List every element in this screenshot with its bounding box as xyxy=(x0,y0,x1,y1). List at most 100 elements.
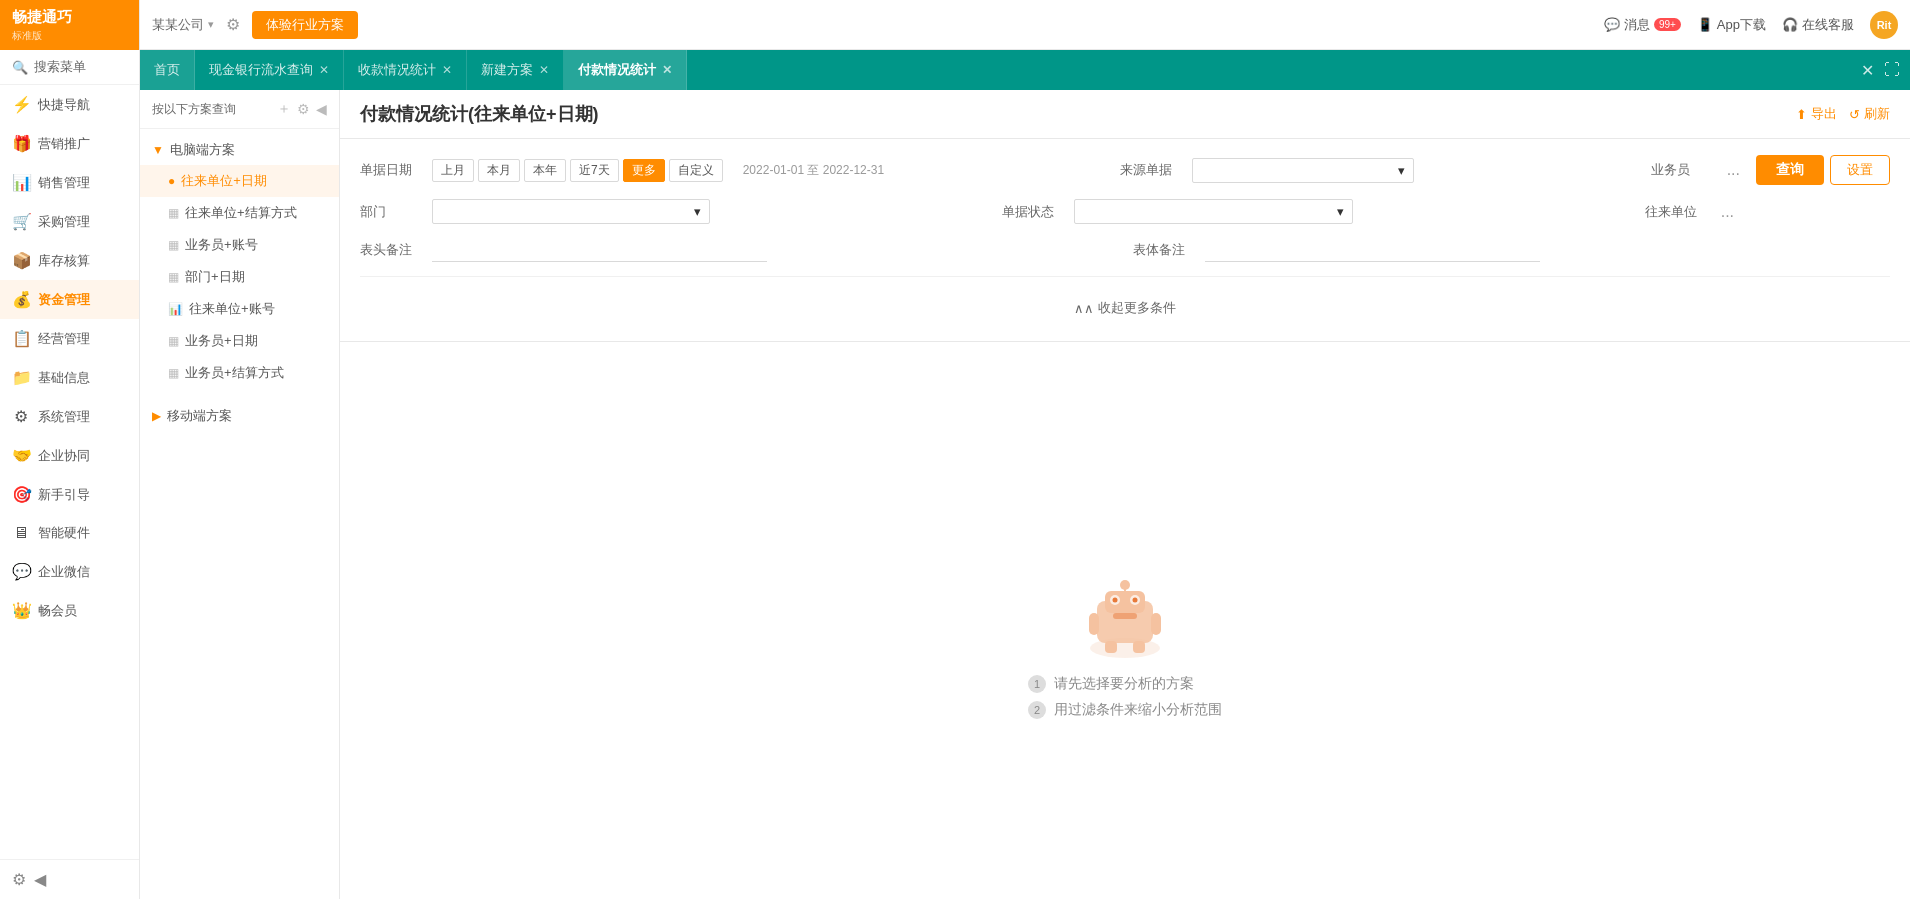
schema-groups: ▼电脑端方案●往来单位+日期▦往来单位+结算方式▦业务员+账号▦部门+日期📊往来… xyxy=(140,129,339,437)
date-btn-last-7[interactable]: 近7天 xyxy=(570,159,619,182)
sidebar-item-qiye[interactable]: 🤝企业协同 xyxy=(0,436,139,475)
page-header-actions: ⬆ 导出 ↺ 刷新 xyxy=(1796,105,1890,123)
topbar-company[interactable]: 某某公司 ▾ xyxy=(152,16,214,34)
tip-text-1: 请先选择要分析的方案 xyxy=(1054,675,1194,693)
sidebar-nav: ⚡快捷导航🎁营销推广📊销售管理🛒采购管理📦库存核算💰资金管理📋经营管理📁基础信息… xyxy=(0,85,139,630)
right-section: 付款情况统计(往来单位+日期) ⬆ 导出 ↺ 刷新 单据日期 xyxy=(340,90,1910,899)
tab-close-new-plan[interactable]: ✕ xyxy=(539,63,549,77)
tab-close-bank[interactable]: ✕ xyxy=(319,63,329,77)
schema-add-icon[interactable]: ＋ xyxy=(277,100,291,118)
sidebar-item-yingxiao[interactable]: 🎁营销推广 xyxy=(0,124,139,163)
svg-rect-9 xyxy=(1151,613,1161,635)
tip-text-2: 用过滤条件来缩小分析范围 xyxy=(1054,701,1222,719)
trial-button[interactable]: 体验行业方案 xyxy=(252,11,358,39)
sidebar-item-zijin[interactable]: 💰资金管理 xyxy=(0,280,139,319)
sidebar-icon-xitong: ⚙ xyxy=(12,407,30,426)
topbar: 某某公司 ▾ ⚙ 体验行业方案 💬 消息 99+ 📱 App下载 🎧 在线客服 … xyxy=(140,0,1910,50)
body-note-input[interactable] xyxy=(1205,238,1540,262)
schema-collapse-icon[interactable]: ◀ xyxy=(316,101,327,117)
schema-panel: 按以下方案查询 ＋ ⚙ ◀ ▼电脑端方案●往来单位+日期▦往来单位+结算方式▦业… xyxy=(140,90,340,899)
tab-receipts[interactable]: 收款情况统计 ✕ xyxy=(344,50,467,90)
date-btn-custom[interactable]: 自定义 xyxy=(669,159,723,182)
collapse-label: 收起更多条件 xyxy=(1098,299,1176,317)
sidebar-label-xinshou: 新手引导 xyxy=(38,486,90,504)
sidebar-icon-zijin: 💰 xyxy=(12,290,30,309)
online-service-button[interactable]: 🎧 在线客服 xyxy=(1782,16,1854,34)
tab-close-payment[interactable]: ✕ xyxy=(662,63,672,77)
close-all-tabs-icon[interactable]: ✕ xyxy=(1861,61,1874,80)
svg-point-5 xyxy=(1113,597,1118,602)
date-btn-more[interactable]: 更多 xyxy=(623,159,665,182)
filter-row-2: 部门 ▾ 单据状态 ▾ 往来单位 ... xyxy=(360,199,1890,224)
sidebar-search[interactable]: 🔍 搜索菜单 xyxy=(0,50,139,85)
sidebar-item-caigou[interactable]: 🛒采购管理 xyxy=(0,202,139,241)
topbar-settings-icon[interactable]: ⚙ xyxy=(226,15,240,34)
topbar-right: 💬 消息 99+ 📱 App下载 🎧 在线客服 Rit xyxy=(1604,11,1898,39)
sidebar-item-zhineng[interactable]: 🖥智能硬件 xyxy=(0,514,139,552)
sidebar-item-kucun[interactable]: 📦库存核算 xyxy=(0,241,139,280)
dept-select[interactable]: ▾ xyxy=(432,199,710,224)
sidebar-item-kuaijie[interactable]: ⚡快捷导航 xyxy=(0,85,139,124)
export-button[interactable]: ⬆ 导出 xyxy=(1796,105,1837,123)
sidebar-icon-caigou: 🛒 xyxy=(12,212,30,231)
tab-payment[interactable]: 付款情况统计 ✕ xyxy=(564,50,687,90)
sidebar-label-jichu: 基础信息 xyxy=(38,369,90,387)
sidebar-item-weixin[interactable]: 💬企业微信 xyxy=(0,552,139,591)
status-select[interactable]: ▾ xyxy=(1074,199,1352,224)
schema-item-icon-partner-date: ● xyxy=(168,174,175,188)
schema-item-dept-date[interactable]: ▦部门+日期 xyxy=(140,261,339,293)
service-icon: 🎧 xyxy=(1782,17,1798,32)
refresh-button[interactable]: ↺ 刷新 xyxy=(1849,105,1890,123)
header-note-label: 表头备注 xyxy=(360,241,416,259)
tab-home[interactable]: 首页 xyxy=(140,50,195,90)
schema-item-partner-date[interactable]: ●往来单位+日期 xyxy=(140,165,339,197)
sidebar-item-jingying[interactable]: 📋经营管理 xyxy=(0,319,139,358)
sidebar-item-xitong[interactable]: ⚙系统管理 xyxy=(0,397,139,436)
app-download-button[interactable]: 📱 App下载 xyxy=(1697,16,1766,34)
sidebar-item-jichu[interactable]: 📁基础信息 xyxy=(0,358,139,397)
sidebar-item-xinshou[interactable]: 🎯新手引导 xyxy=(0,475,139,514)
date-btn-last-month[interactable]: 上月 xyxy=(432,159,474,182)
schema-item-staff-settlement[interactable]: ▦业务员+结算方式 xyxy=(140,357,339,389)
sidebar-label-jingying: 经营管理 xyxy=(38,330,90,348)
messages-icon: 💬 xyxy=(1604,17,1620,32)
fullscreen-icon[interactable]: ⛶ xyxy=(1884,61,1900,79)
page-header: 付款情况统计(往来单位+日期) ⬆ 导出 ↺ 刷新 xyxy=(340,90,1910,139)
sidebar-item-xiaoshou[interactable]: 📊销售管理 xyxy=(0,163,139,202)
empty-tip-1: 1 请先选择要分析的方案 xyxy=(1028,675,1222,693)
body-note-label: 表体备注 xyxy=(1133,241,1189,259)
tab-new-plan[interactable]: 新建方案 ✕ xyxy=(467,50,564,90)
staff-ellipsis[interactable]: ... xyxy=(1727,161,1740,179)
schema-group-header-mobile[interactable]: ▶移动端方案 xyxy=(140,401,339,431)
sidebar-settings-icon[interactable]: ⚙ xyxy=(12,870,26,889)
settings-button[interactable]: 设置 xyxy=(1830,155,1890,185)
schema-settings-icon[interactable]: ⚙ xyxy=(297,101,310,117)
schema-group-chevron-mobile: ▶ xyxy=(152,409,161,423)
schema-item-staff-date[interactable]: ▦业务员+日期 xyxy=(140,325,339,357)
sidebar-icon-weixin: 💬 xyxy=(12,562,30,581)
messages-button[interactable]: 💬 消息 99+ xyxy=(1604,16,1681,34)
source-chevron-icon: ▾ xyxy=(1398,163,1405,178)
sidebar-collapse-icon[interactable]: ◀ xyxy=(34,870,46,889)
date-btn-this-year[interactable]: 本年 xyxy=(524,159,566,182)
query-button[interactable]: 查询 xyxy=(1756,155,1824,185)
company-name: 某某公司 xyxy=(152,16,204,34)
user-avatar[interactable]: Rit xyxy=(1870,11,1898,39)
schema-group-header-desktop[interactable]: ▼电脑端方案 xyxy=(140,135,339,165)
tab-bank[interactable]: 现金银行流水查询 ✕ xyxy=(195,50,344,90)
schema-item-partner-account[interactable]: 📊往来单位+账号 xyxy=(140,293,339,325)
tab-close-receipts[interactable]: ✕ xyxy=(442,63,452,77)
schema-item-partner-settlement[interactable]: ▦往来单位+结算方式 xyxy=(140,197,339,229)
header-note-input[interactable] xyxy=(432,238,767,262)
schema-toolbar-label: 按以下方案查询 xyxy=(152,101,271,118)
schema-item-staff-account[interactable]: ▦业务员+账号 xyxy=(140,229,339,261)
svg-rect-11 xyxy=(1133,641,1145,653)
date-btn-this-month[interactable]: 本月 xyxy=(478,159,520,182)
sidebar-item-chang[interactable]: 👑畅会员 xyxy=(0,591,139,630)
source-select[interactable]: ▾ xyxy=(1192,158,1414,183)
partner-ellipsis[interactable]: ... xyxy=(1721,203,1734,221)
schema-item-icon-partner-settlement: ▦ xyxy=(168,206,179,220)
app-icon: 📱 xyxy=(1697,17,1713,32)
collapse-button[interactable]: ∧∧ 收起更多条件 xyxy=(1074,291,1176,325)
schema-item-label-staff-account: 业务员+账号 xyxy=(185,236,258,254)
